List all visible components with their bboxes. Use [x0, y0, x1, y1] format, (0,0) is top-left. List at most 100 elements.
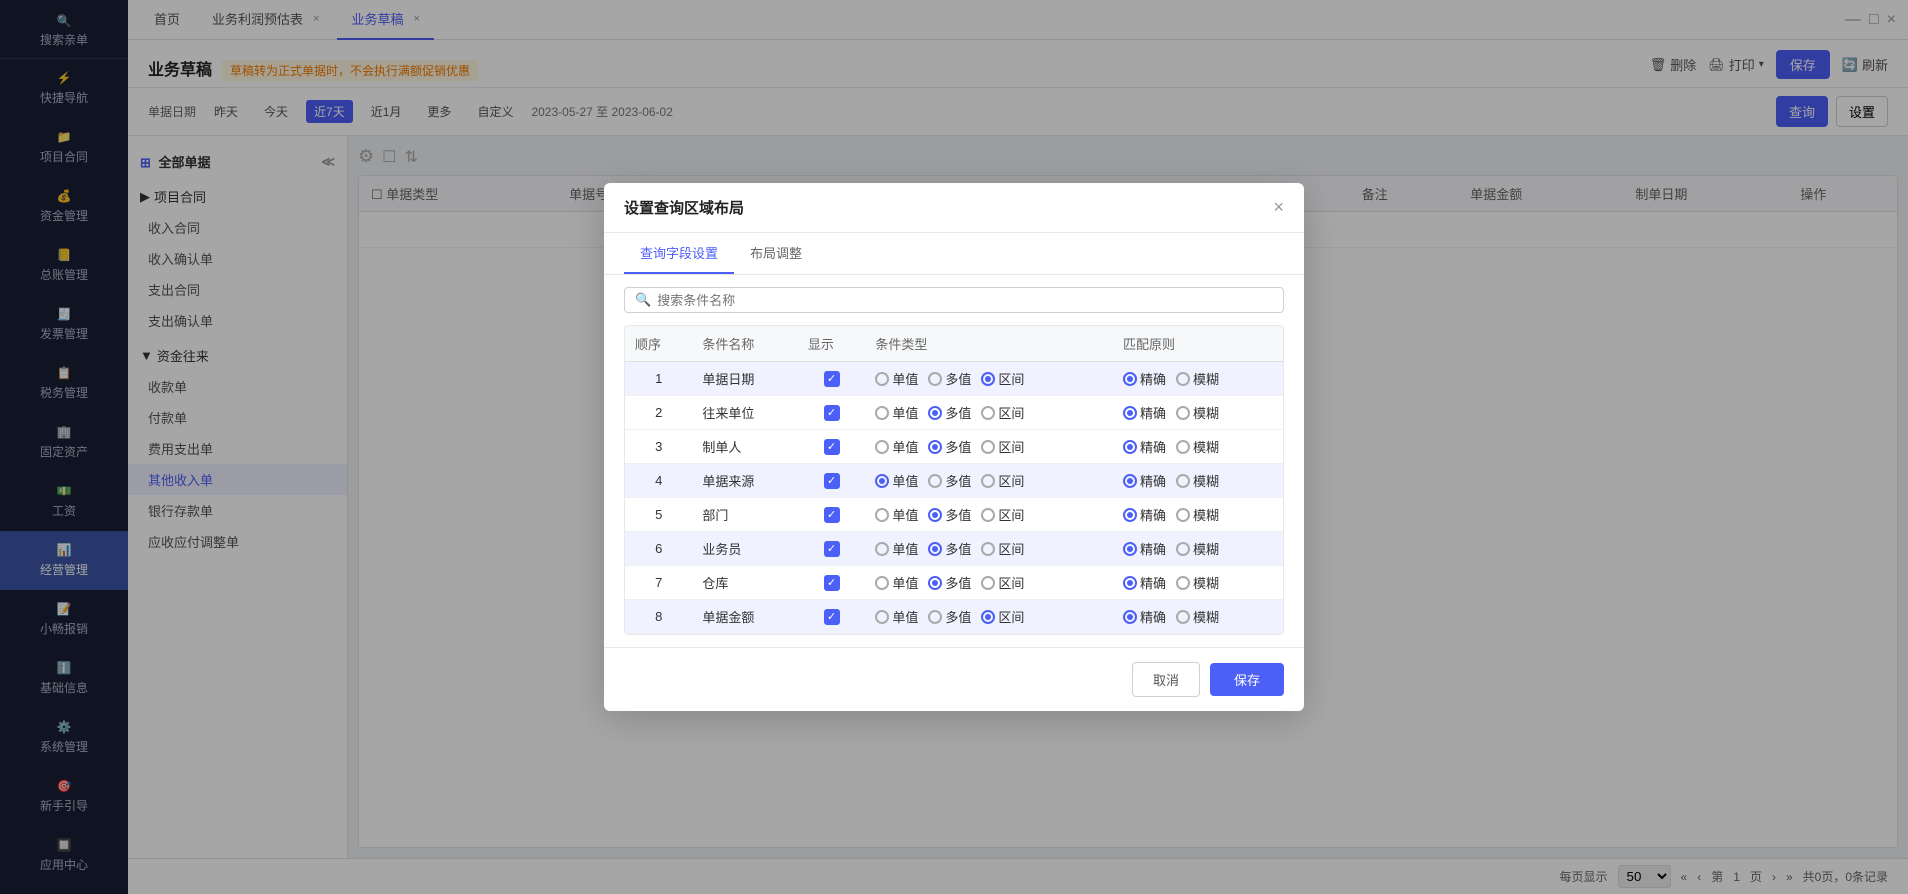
cell-show[interactable]: ✓ [798, 362, 865, 396]
show-checkbox[interactable]: ✓ [824, 473, 840, 489]
radio-fuzzy[interactable]: 模糊 [1176, 369, 1219, 388]
show-checkbox[interactable]: ✓ [824, 507, 840, 523]
radio-fuzzy[interactable]: 模糊 [1176, 437, 1219, 456]
cell-name: 备注 [692, 634, 798, 636]
show-checkbox[interactable]: ✓ [824, 405, 840, 421]
radio-multi[interactable]: 多值 [928, 505, 971, 524]
radio-range[interactable]: 区间 [981, 437, 1024, 456]
radio-range[interactable]: 区间 [981, 403, 1024, 422]
radio-single[interactable]: 单值 [875, 505, 918, 524]
radio-range-circle [981, 406, 995, 420]
radio-exact[interactable]: 精确 [1123, 573, 1166, 592]
cell-match[interactable]: 精确 模糊 [1113, 396, 1283, 430]
radio-single-label: 单值 [892, 539, 918, 558]
cell-match[interactable]: 精确 模糊 [1113, 498, 1283, 532]
cancel-button[interactable]: 取消 [1132, 662, 1200, 697]
cell-match[interactable]: 精确 模糊 [1113, 464, 1283, 498]
cell-show[interactable]: ✓ [798, 566, 865, 600]
radio-exact[interactable]: 精确 [1123, 403, 1166, 422]
radio-multi[interactable]: 多值 [928, 369, 971, 388]
show-checkbox[interactable]: ✓ [824, 371, 840, 387]
col-condition-type: 条件类型 [865, 326, 1113, 362]
radio-range[interactable]: 区间 [981, 607, 1024, 626]
cell-type[interactable]: 单值 多值 区间 [865, 464, 1113, 498]
col-show: 显示 [798, 326, 865, 362]
radio-single-circle [875, 508, 889, 522]
modal-close-button[interactable]: × [1273, 197, 1284, 218]
radio-range[interactable]: 区间 [981, 539, 1024, 558]
modal-save-button[interactable]: 保存 [1210, 663, 1284, 696]
show-checkbox[interactable]: ✓ [824, 575, 840, 591]
radio-exact[interactable]: 精确 [1123, 607, 1166, 626]
show-checkbox[interactable]: ✓ [824, 609, 840, 625]
radio-multi[interactable]: 多值 [928, 471, 971, 490]
modal-tab-query-fields[interactable]: 查询字段设置 [624, 233, 734, 274]
modal-search-box[interactable]: 🔍 [624, 287, 1284, 313]
settings-row: 3制单人✓ 单值 多值 区间 精确 [625, 430, 1283, 464]
radio-multi[interactable]: 多值 [928, 539, 971, 558]
radio-multi[interactable]: 多值 [928, 403, 971, 422]
radio-exact[interactable]: 精确 [1123, 437, 1166, 456]
radio-exact[interactable]: 精确 [1123, 369, 1166, 388]
cell-show[interactable]: ✓ [798, 634, 865, 636]
modal-search-input[interactable] [657, 293, 1273, 308]
cell-match[interactable]: 精确 模糊 [1113, 566, 1283, 600]
radio-exact[interactable]: 精确 [1123, 471, 1166, 490]
radio-range[interactable]: 区间 [981, 505, 1024, 524]
cell-show[interactable]: ✓ [798, 464, 865, 498]
cell-show[interactable]: ✓ [798, 600, 865, 634]
radio-range-label: 区间 [998, 369, 1024, 388]
radio-fuzzy[interactable]: 模糊 [1176, 539, 1219, 558]
radio-exact[interactable]: 精确 [1123, 539, 1166, 558]
radio-fuzzy[interactable]: 模糊 [1176, 505, 1219, 524]
radio-fuzzy[interactable]: 模糊 [1176, 573, 1219, 592]
radio-fuzzy[interactable]: 模糊 [1176, 471, 1219, 490]
radio-single[interactable]: 单值 [875, 471, 918, 490]
cell-match[interactable]: 精确 模糊 [1113, 600, 1283, 634]
radio-range-label: 区间 [998, 573, 1024, 592]
cell-type[interactable]: 单值 多值 区间 [865, 532, 1113, 566]
radio-range-label: 区间 [998, 539, 1024, 558]
radio-fuzzy[interactable]: 模糊 [1176, 403, 1219, 422]
cell-name: 往来单位 [692, 396, 798, 430]
radio-multi[interactable]: 多值 [928, 607, 971, 626]
cell-type[interactable]: 单值 多值 区间 [865, 600, 1113, 634]
cell-show[interactable]: ✓ [798, 532, 865, 566]
cell-type[interactable]: 单值 多值 区间 [865, 430, 1113, 464]
cell-show[interactable]: ✓ [798, 430, 865, 464]
show-checkbox[interactable]: ✓ [824, 541, 840, 557]
radio-range-circle [981, 610, 995, 624]
radio-range[interactable]: 区间 [981, 573, 1024, 592]
cell-match[interactable]: 精确 模糊 [1113, 430, 1283, 464]
cell-type[interactable]: 单值 多值 区间 [865, 362, 1113, 396]
cell-type[interactable]: 单值 多值 区间 [865, 396, 1113, 430]
radio-single[interactable]: 单值 [875, 539, 918, 558]
cell-show[interactable]: ✓ [798, 498, 865, 532]
radio-multi[interactable]: 多值 [928, 437, 971, 456]
show-checkbox[interactable]: ✓ [824, 439, 840, 455]
radio-multi[interactable]: 多值 [928, 573, 971, 592]
col-match-rule: 匹配原则 [1113, 326, 1283, 362]
cell-match[interactable]: 精确 模糊 [1113, 532, 1283, 566]
modal-tab-layout-adjust[interactable]: 布局调整 [734, 233, 818, 274]
radio-single[interactable]: 单值 [875, 573, 918, 592]
radio-single[interactable]: 单值 [875, 369, 918, 388]
radio-fuzzy-label: 模糊 [1193, 471, 1219, 490]
radio-range[interactable]: 区间 [981, 471, 1024, 490]
radio-range[interactable]: 区间 [981, 369, 1024, 388]
radio-single[interactable]: 单值 [875, 437, 918, 456]
radio-fuzzy[interactable]: 模糊 [1176, 607, 1219, 626]
radio-fuzzy-label: 模糊 [1193, 403, 1219, 422]
cell-type[interactable]: 单值 多值 区间 [865, 634, 1113, 636]
cell-match[interactable]: 精确 模糊 [1113, 362, 1283, 396]
cell-type[interactable]: 单值 多值 区间 [865, 498, 1113, 532]
radio-exact-label: 精确 [1140, 505, 1166, 524]
modal-table-scroll[interactable]: 顺序 条件名称 显示 条件类型 匹配原则 1单据日期✓ 单值 [624, 325, 1284, 635]
cell-match[interactable]: 精确 模糊 [1113, 634, 1283, 636]
radio-single[interactable]: 单值 [875, 403, 918, 422]
settings-row: 2往来单位✓ 单值 多值 区间 精确 [625, 396, 1283, 430]
radio-exact[interactable]: 精确 [1123, 505, 1166, 524]
cell-show[interactable]: ✓ [798, 396, 865, 430]
cell-type[interactable]: 单值 多值 区间 [865, 566, 1113, 600]
radio-single[interactable]: 单值 [875, 607, 918, 626]
